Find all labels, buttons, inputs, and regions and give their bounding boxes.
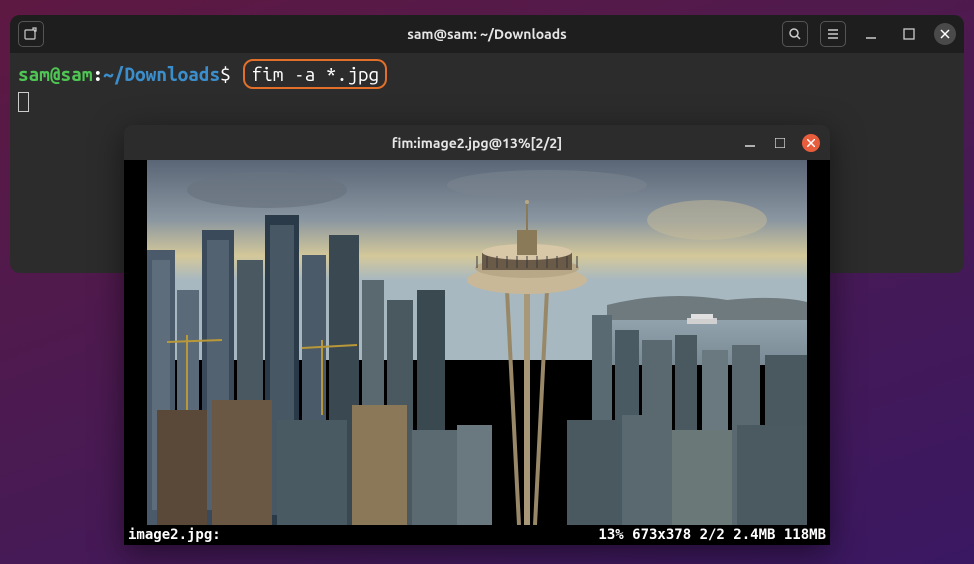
terminal-controls: [782, 21, 956, 47]
search-icon: [788, 27, 802, 41]
menu-button[interactable]: [820, 21, 846, 47]
status-info: 13% 673x378 2/2 2.4MB 118MB: [598, 527, 826, 543]
image-viewer-window: fim:image2.jpg@13%[2/2]: [124, 125, 830, 545]
minimize-icon: [745, 138, 755, 148]
hamburger-icon: [826, 27, 840, 41]
image-viewer-title: fim:image2.jpg@13%[2/2]: [392, 135, 562, 151]
viewer-maximize-button[interactable]: [772, 135, 788, 151]
image-status-bar: image2.jpg: 13% 673x378 2/2 2.4MB 118MB: [124, 525, 830, 545]
terminal-body[interactable]: sam@sam:~/Downloads$ fim -a *.jpg: [10, 53, 964, 123]
command-highlight: fim -a *.jpg: [243, 59, 387, 89]
search-button[interactable]: [782, 21, 808, 47]
prompt-colon: :: [92, 63, 103, 85]
maximize-icon: [903, 28, 915, 40]
terminal-titlebar: sam@sam: ~/Downloads: [10, 15, 964, 53]
viewer-close-button[interactable]: [802, 134, 820, 152]
close-icon: [807, 139, 815, 147]
displayed-image: [147, 160, 807, 525]
prompt-dollar: $: [220, 63, 231, 85]
viewer-minimize-button[interactable]: [742, 135, 758, 151]
close-icon: [940, 29, 950, 39]
new-tab-button[interactable]: [18, 21, 44, 47]
image-display-area[interactable]: [124, 160, 830, 525]
maximize-icon: [775, 138, 785, 148]
terminal-cursor: [18, 92, 29, 112]
image-viewer-titlebar: fim:image2.jpg@13%[2/2]: [124, 125, 830, 160]
maximize-button[interactable]: [896, 21, 922, 47]
prompt-user: sam@sam: [18, 63, 92, 85]
prompt-path: ~/Downloads: [103, 63, 220, 85]
status-filename: image2.jpg:: [128, 527, 221, 543]
minimize-button[interactable]: [858, 21, 884, 47]
minimize-icon: [865, 28, 877, 40]
terminal-line: sam@sam:~/Downloads$ fim -a *.jpg: [18, 59, 956, 89]
image-viewer-controls: [742, 134, 820, 152]
new-tab-icon: [24, 27, 38, 41]
close-button[interactable]: [934, 23, 956, 45]
terminal-title: sam@sam: ~/Downloads: [407, 26, 567, 42]
